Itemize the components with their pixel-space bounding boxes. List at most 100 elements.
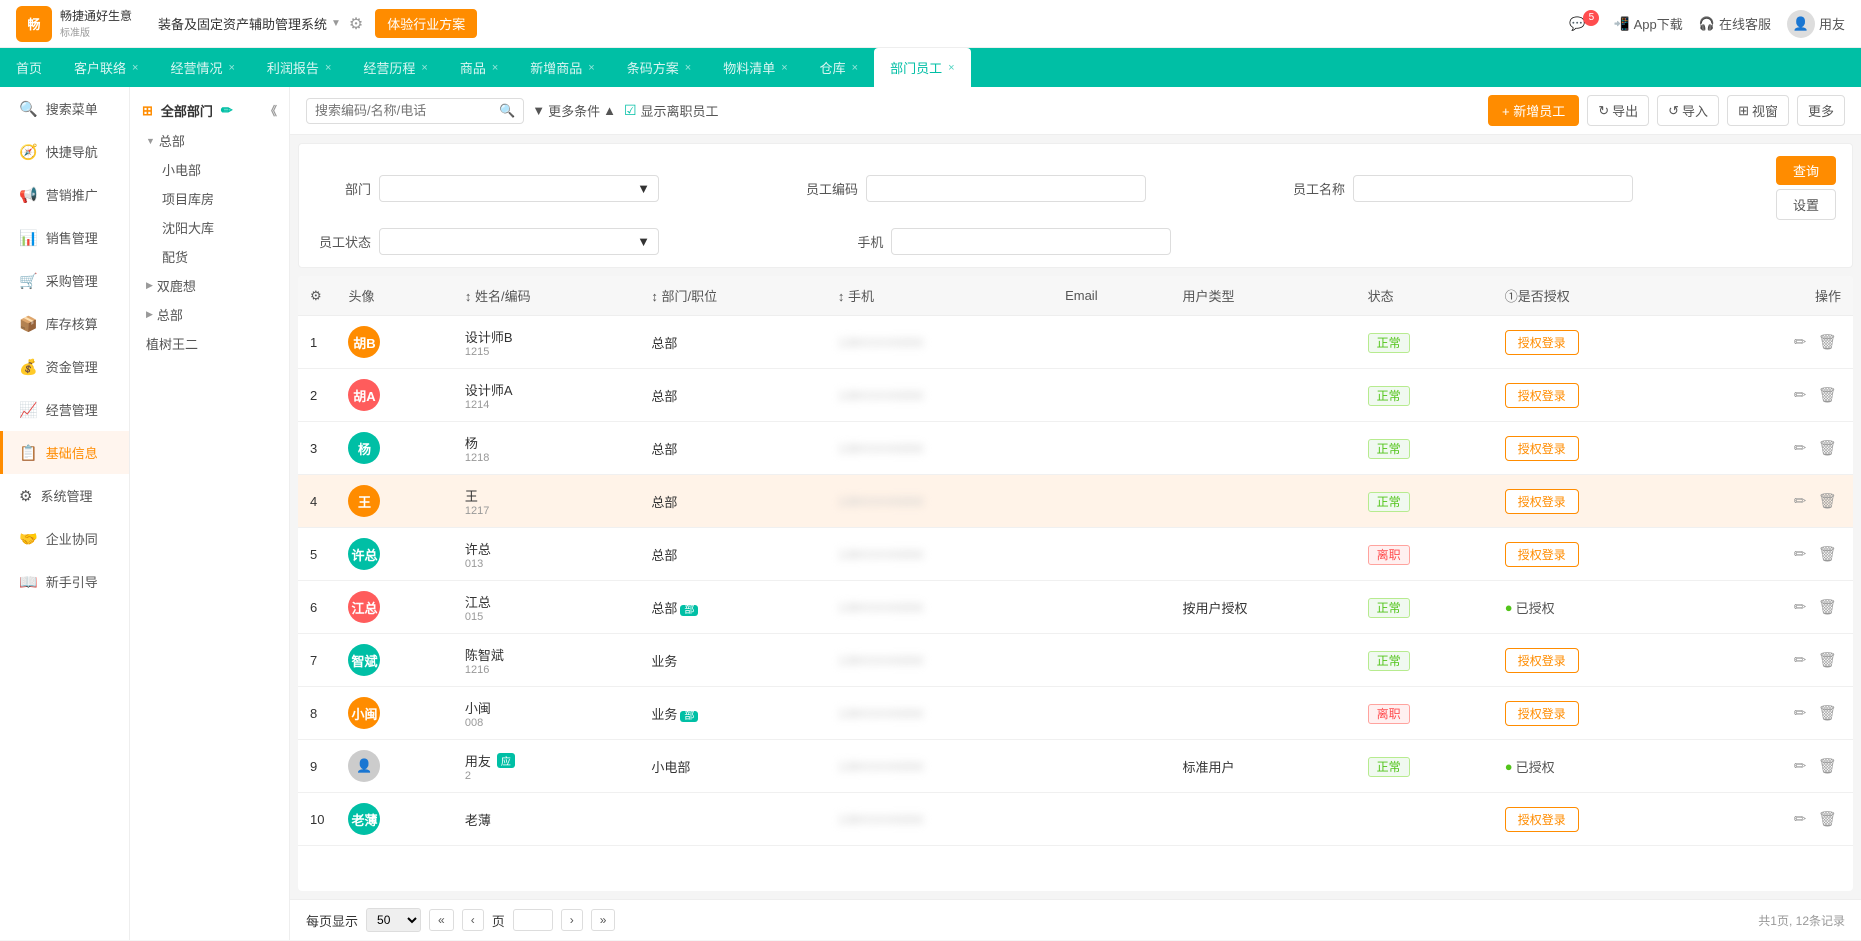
delete-button[interactable]: 🗑 [1814,331,1841,353]
online-service-button[interactable]: 🎧 在线客服 [1699,14,1771,33]
nav-tab-物料清单[interactable]: 物料清单× [707,48,803,87]
edit-button[interactable]: ✏ [1790,649,1811,671]
last-page-button[interactable]: » [591,909,616,931]
empname-filter-input[interactable] [1353,175,1633,202]
more-filter-button[interactable]: ▼ 更多条件 ▲ [532,101,616,120]
add-employee-button[interactable]: + 新增员工 [1488,95,1579,126]
status-filter-select[interactable]: ▼ [379,228,659,255]
nav-tab-首页[interactable]: 首页 [0,48,58,87]
edit-button[interactable]: ✏ [1790,702,1811,724]
trial-button[interactable]: 体验行业方案 [375,9,477,38]
delete-button[interactable]: 🗑 [1814,808,1841,830]
col-phone[interactable]: ↕ 手机 [826,276,1053,316]
next-page-button[interactable]: › [561,909,583,931]
nav-tab-利润报告[interactable]: 利润报告× [251,48,347,87]
nav-item-经营管理[interactable]: 📈 经营管理 [0,388,129,431]
more-button[interactable]: 更多 [1797,95,1845,126]
delete-button[interactable]: 🗑 [1814,437,1841,459]
auth-button[interactable]: 授权登录 [1505,701,1579,726]
empcode-filter-input[interactable] [866,175,1146,202]
app-download-button[interactable]: 📲 App下载 [1613,14,1682,33]
delete-button[interactable]: 🗑 [1814,384,1841,406]
export-button[interactable]: ↻ 导出 [1587,95,1649,126]
auth-button[interactable]: 授权登录 [1505,807,1579,832]
nav-item-搜索菜单[interactable]: 🔍 搜索菜单 [0,87,129,130]
nav-item-销售管理[interactable]: 📊 销售管理 [0,216,129,259]
auth-button[interactable]: 授权登录 [1505,436,1579,461]
delete-button[interactable]: 🗑 [1814,490,1841,512]
dept-item-zongbu[interactable]: ▼ 总部 [130,126,289,155]
nav-item-采购管理[interactable]: 🛒 采购管理 [0,259,129,302]
tab-close-icon[interactable]: × [948,62,954,74]
dept-collapse-button[interactable]: 《 [265,102,277,119]
gear-button[interactable]: ⚙ [349,14,363,34]
prev-page-button[interactable]: ‹ [462,909,484,931]
tab-close-icon[interactable]: × [492,62,498,74]
tab-close-icon[interactable]: × [685,62,691,74]
nav-tab-经营历程[interactable]: 经营历程× [347,48,443,87]
delete-button[interactable]: 🗑 [1814,596,1841,618]
set-button[interactable]: 设置 [1776,189,1836,220]
dept-filter-select[interactable]: ▼ [379,175,659,202]
per-page-select[interactable]: 50 100 200 [366,908,421,932]
page-input[interactable]: 1 [513,909,553,931]
delete-button[interactable]: 🗑 [1814,702,1841,724]
dept-item-shenyang[interactable]: 沈阳大库 [142,213,289,242]
auth-button[interactable]: 授权登录 [1505,489,1579,514]
message-button[interactable]: 💬 5 💬 [1569,16,1597,32]
tab-close-icon[interactable]: × [421,62,427,74]
nav-tab-新增商品[interactable]: 新增商品× [514,48,610,87]
tab-close-icon[interactable]: × [132,62,138,74]
dropdown-arrow-icon[interactable]: ▼ [331,18,341,29]
view-button[interactable]: ⊞ 视窗 [1727,95,1789,126]
nav-item-营销推广[interactable]: 📢 营销推广 [0,173,129,216]
edit-button[interactable]: ✏ [1790,331,1811,353]
dept-item-peihuo[interactable]: 配货 [142,242,289,271]
delete-button[interactable]: 🗑 [1814,543,1841,565]
dept-item-zhishu[interactable]: 植树王二 [130,329,289,358]
auth-button[interactable]: 授权登录 [1505,383,1579,408]
edit-button[interactable]: ✏ [1790,808,1811,830]
first-page-button[interactable]: « [429,909,454,931]
nav-item-基础信息[interactable]: 📋 基础信息 [0,431,129,474]
nav-tab-客户联络[interactable]: 客户联络× [58,48,154,87]
edit-button[interactable]: ✏ [1790,437,1811,459]
dept-item-xiaodian[interactable]: 小电部 [142,155,289,184]
dept-item-xiangmu[interactable]: 项目库房 [142,184,289,213]
tab-close-icon[interactable]: × [852,62,858,74]
delete-button[interactable]: 🗑 [1814,649,1841,671]
delete-button[interactable]: 🗑 [1814,755,1841,777]
auth-button[interactable]: 授权登录 [1505,648,1579,673]
edit-button[interactable]: ✏ [1790,755,1811,777]
col-name[interactable]: ↕ 姓名/编码 [453,276,640,316]
auth-button[interactable]: 授权登录 [1505,330,1579,355]
tab-close-icon[interactable]: × [228,62,234,74]
tab-close-icon[interactable]: × [325,62,331,74]
nav-tab-经营情况[interactable]: 经营情况× [154,48,250,87]
dept-item-shuanglu[interactable]: ▶ 双鹿想 [130,271,289,300]
dept-edit-icon[interactable]: ✏ [221,102,233,119]
nav-item-新手引导[interactable]: 📖 新手引导 [0,560,129,603]
edit-button[interactable]: ✏ [1790,384,1811,406]
edit-button[interactable]: ✏ [1790,596,1811,618]
auth-button[interactable]: 授权登录 [1505,542,1579,567]
nav-item-快捷导航[interactable]: 🧭 快捷导航 [0,130,129,173]
nav-item-企业协同[interactable]: 🤝 企业协同 [0,517,129,560]
search-input[interactable] [315,103,495,118]
tab-close-icon[interactable]: × [588,62,594,74]
import-button[interactable]: ↺ 导入 [1657,95,1719,126]
nav-item-库存核算[interactable]: 📦 库存核算 [0,302,129,345]
edit-button[interactable]: ✏ [1790,490,1811,512]
phone-filter-input[interactable] [891,228,1171,255]
show-resigned-toggle[interactable]: ☑ 显示离职员工 [624,101,719,120]
nav-item-系统管理[interactable]: ⚙ 系统管理 [0,474,129,517]
query-button[interactable]: 查询 [1776,156,1836,185]
col-dept[interactable]: ↕ 部门/职位 [639,276,826,316]
dept-item-zongbu2[interactable]: ▶ 总部 [130,300,289,329]
nav-tab-部门员工[interactable]: 部门员工× [874,48,970,87]
col-settings[interactable]: ⚙ [298,276,336,316]
edit-button[interactable]: ✏ [1790,543,1811,565]
tab-close-icon[interactable]: × [781,62,787,74]
nav-item-资金管理[interactable]: 💰 资金管理 [0,345,129,388]
nav-tab-仓库[interactable]: 仓库× [804,48,874,87]
